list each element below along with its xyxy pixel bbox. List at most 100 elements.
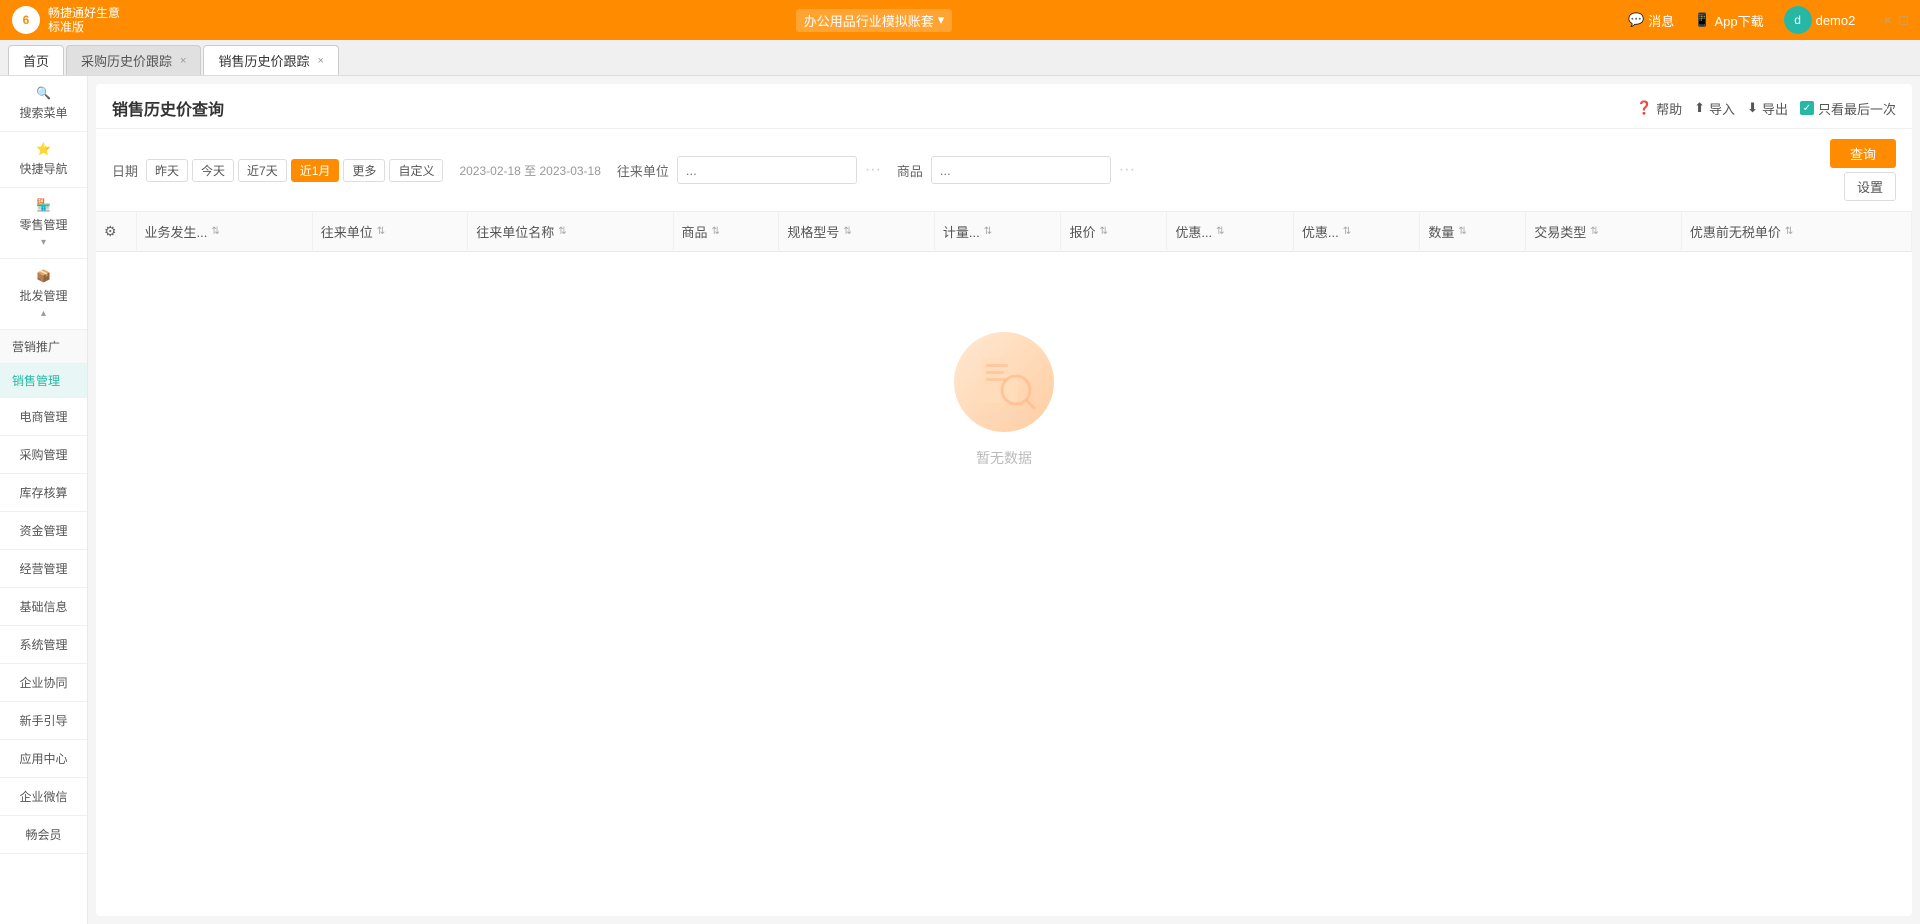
table-header-row: ⚙ 业务发生...⇅ 往来单位⇅ 往来单位名称⇅ — [96, 212, 1912, 252]
message-icon: 💬 — [1628, 12, 1644, 28]
query-button[interactable]: 查询 — [1830, 139, 1896, 168]
sidebar-item-quick-nav[interactable]: ⭐ 快捷导航 — [0, 132, 87, 188]
partner-picker-dots[interactable]: ··· — [865, 161, 881, 179]
star-icon: ⭐ — [36, 142, 51, 156]
empty-illustration — [954, 332, 1054, 432]
product-input[interactable] — [931, 156, 1111, 184]
tab-sales-history[interactable]: 销售历史价跟踪 × — [203, 45, 338, 75]
product-filter-group: 商品 ··· — [897, 156, 1135, 184]
partner-filter-group: 往来单位 ··· — [617, 156, 881, 184]
partner-input[interactable] — [677, 156, 857, 184]
tab-purchase-history[interactable]: 采购历史价跟踪 × — [66, 45, 201, 75]
date-filter-label: 日期 — [112, 161, 138, 180]
sidebar-item-search-menu[interactable]: 🔍 搜索菜单 — [0, 76, 87, 132]
product-picker-dots[interactable]: ··· — [1119, 161, 1135, 179]
main-layout: 🔍 搜索菜单 ⭐ 快捷导航 🏪 零售管理 ▾ 📦 批发管理 ▴ 营销推广 销售管… — [0, 76, 1920, 924]
content-area: 销售历史价查询 ❓ 帮助 ⬆ 导入 ⬇ 导出 ✓ — [88, 76, 1920, 924]
window-controls: × □ — [1883, 12, 1908, 28]
sidebar-item-wholesale-mgmt[interactable]: 📦 批发管理 ▴ — [0, 259, 87, 330]
date-yesterday-button[interactable]: 昨天 — [146, 159, 188, 182]
date-today-button[interactable]: 今天 — [192, 159, 234, 182]
sidebar-item-sys-mgmt[interactable]: 系统管理 — [0, 626, 87, 664]
table-column-quoted-price[interactable]: 报价⇅ — [1061, 212, 1167, 252]
table-column-partner-code[interactable]: 往来单位⇅ — [312, 212, 468, 252]
export-button[interactable]: ⬇ 导出 — [1747, 99, 1788, 118]
close-window-button[interactable]: × — [1883, 12, 1891, 28]
sidebar-item-corp-wechat[interactable]: 企业微信 — [0, 778, 87, 816]
sort-icon: ⇅ — [1590, 226, 1598, 237]
table-column-discount-amount[interactable]: 优惠...⇅ — [1293, 212, 1420, 252]
table-column-discount-rate[interactable]: 优惠...⇅ — [1167, 212, 1294, 252]
last-once-checkbox-group[interactable]: ✓ 只看最后一次 — [1800, 99, 1896, 118]
tab-home[interactable]: 首页 — [8, 45, 64, 75]
settings-button[interactable]: 设置 — [1844, 172, 1896, 201]
table-column-product[interactable]: 商品⇅ — [673, 212, 779, 252]
help-button[interactable]: ❓ 帮助 — [1636, 99, 1682, 118]
sidebar-item-corp-collab[interactable]: 企业协同 — [0, 664, 87, 702]
msg-button[interactable]: 💬 消息 — [1628, 11, 1674, 30]
user-avatar[interactable]: d demo2 — [1784, 6, 1856, 34]
sort-icon: ⇅ — [843, 226, 851, 237]
tab-purchase-history-close[interactable]: × — [180, 55, 186, 67]
logo-icon: 6 — [12, 6, 40, 34]
sidebar-item-member[interactable]: 畅会员 — [0, 816, 87, 854]
date-custom-button[interactable]: 自定义 — [389, 159, 443, 182]
sort-icon: ⇅ — [1343, 226, 1351, 237]
avatar-circle: d — [1784, 6, 1812, 34]
date-last1m-button[interactable]: 近1月 — [291, 159, 340, 182]
sort-icon: ⇅ — [211, 226, 219, 237]
header-right: 💬 消息 📱 App下载 d demo2 × □ — [1628, 6, 1908, 34]
filter-right-buttons: 查询 设置 — [1830, 139, 1896, 201]
sidebar-item-basic-info[interactable]: 基础信息 — [0, 588, 87, 626]
table-column-trade-type[interactable]: 交易类型⇅ — [1526, 212, 1682, 252]
data-table: ⚙ 业务发生...⇅ 往来单位⇅ 往来单位名称⇅ — [96, 212, 1912, 252]
sidebar-item-newbie[interactable]: 新手引导 — [0, 702, 87, 740]
sidebar-item-inventory[interactable]: 库存核算 — [0, 474, 87, 512]
wholesale-submenu: 营销推广 销售管理 — [0, 330, 87, 398]
logo-text: 畅捷通好生意 标准版 — [48, 6, 120, 35]
sidebar-item-ops-mgmt[interactable]: 经营管理 — [0, 550, 87, 588]
import-button[interactable]: ⬆ 导入 — [1694, 99, 1735, 118]
table-column-spec[interactable]: 规格型号⇅ — [779, 212, 935, 252]
sort-icon: ⇅ — [712, 226, 720, 237]
tab-sales-history-close[interactable]: × — [317, 55, 323, 67]
table-column-biz-date[interactable]: 业务发生...⇅ — [136, 212, 312, 252]
sidebar-item-retail-mgmt[interactable]: 🏪 零售管理 ▾ — [0, 188, 87, 259]
sort-icon: ⇅ — [1458, 226, 1466, 237]
table-column-pre-tax-price[interactable]: 优惠前无税单价⇅ — [1681, 212, 1911, 252]
sort-icon: ⇅ — [558, 226, 566, 237]
date-filter-group: 日期 昨天 今天 近7天 近1月 更多 自定义 — [112, 159, 443, 182]
table-column-unit[interactable]: 计量...⇅ — [934, 212, 1061, 252]
sort-icon: ⇅ — [984, 226, 992, 237]
sidebar-item-marketing-promo[interactable]: 营销推广 — [0, 330, 87, 364]
app-download-button[interactable]: 📱 App下载 — [1694, 11, 1763, 30]
help-icon: ❓ — [1636, 100, 1652, 116]
retail-icon: 🏪 — [36, 198, 51, 212]
import-icon: ⬆ — [1694, 100, 1705, 116]
maximize-window-button[interactable]: □ — [1900, 12, 1908, 28]
gear-icon[interactable]: ⚙ — [104, 223, 117, 239]
sort-icon: ⇅ — [377, 226, 385, 237]
date-more-button[interactable]: 更多 — [343, 159, 385, 182]
logo-area: 6 畅捷通好生意 标准版 — [12, 6, 120, 35]
page-actions: ❓ 帮助 ⬆ 导入 ⬇ 导出 ✓ 只看最后一次 — [1636, 99, 1896, 118]
sidebar-item-sales-mgmt[interactable]: 销售管理 — [0, 364, 87, 398]
sidebar-item-finance[interactable]: 资金管理 — [0, 512, 87, 550]
wholesale-icon: 📦 — [36, 269, 51, 283]
sidebar-item-purchase-mgmt[interactable]: 采购管理 — [0, 436, 87, 474]
chevron-up-icon: ▴ — [41, 308, 46, 319]
filter-bar: 日期 昨天 今天 近7天 近1月 更多 自定义 2023-02-18 至 202… — [96, 129, 1912, 212]
chevron-down-icon: ▾ — [41, 237, 46, 248]
sidebar-item-app-center[interactable]: 应用中心 — [0, 740, 87, 778]
date-range-display: 2023-02-18 至 2023-03-18 — [459, 162, 600, 179]
sort-icon: ⇅ — [1216, 226, 1224, 237]
page-header: 销售历史价查询 ❓ 帮助 ⬆ 导入 ⬇ 导出 ✓ — [96, 84, 1912, 129]
table-column-partner-name[interactable]: 往来单位名称⇅ — [468, 212, 673, 252]
date-last7-button[interactable]: 近7天 — [238, 159, 287, 182]
sidebar-item-ecom-mgmt[interactable]: 电商管理 — [0, 398, 87, 436]
account-dropdown[interactable]: 办公用品行业模拟账套 ▾ — [796, 9, 953, 32]
tab-bar: 首页 采购历史价跟踪 × 销售历史价跟踪 × — [0, 40, 1920, 76]
top-header: 6 畅捷通好生意 标准版 办公用品行业模拟账套 ▾ 💬 消息 📱 App下载 d… — [0, 0, 1920, 40]
page-title: 销售历史价查询 — [112, 96, 224, 120]
table-column-quantity[interactable]: 数量⇅ — [1420, 212, 1526, 252]
